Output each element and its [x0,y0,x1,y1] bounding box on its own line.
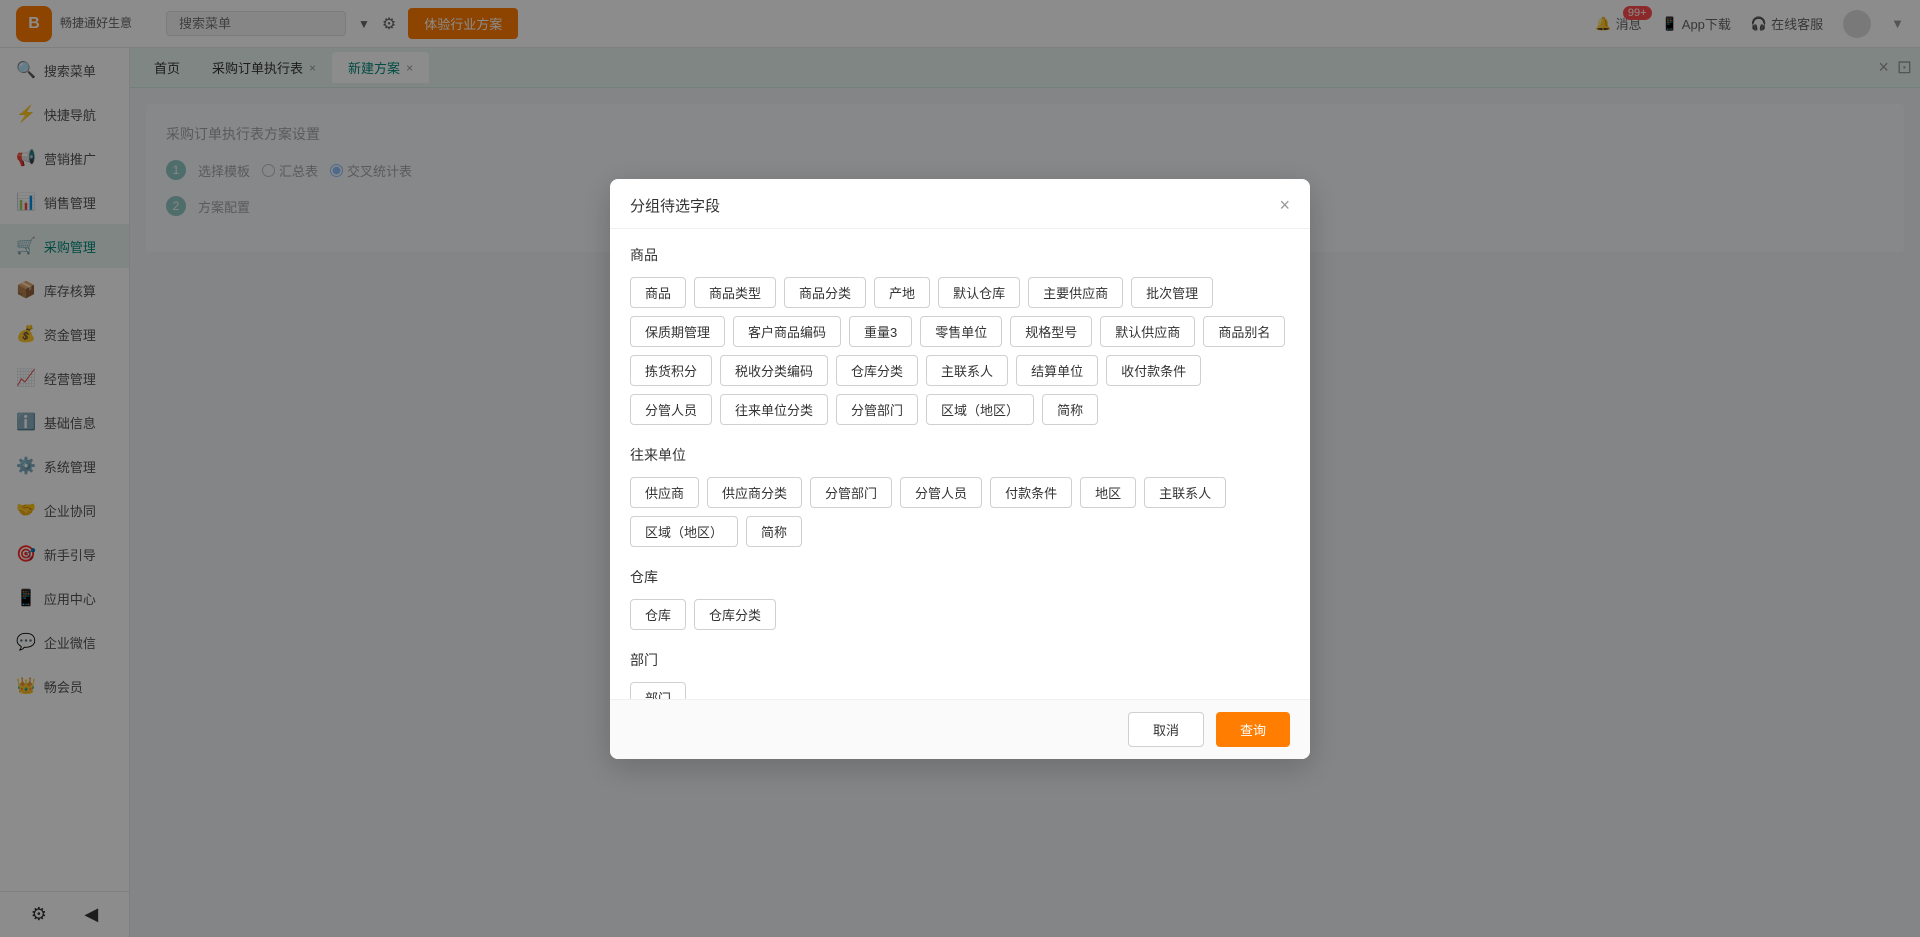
field-tag-0-1[interactable]: 商品类型 [694,277,776,308]
field-tag-0-17[interactable]: 主联系人 [926,355,1008,386]
field-tag-0-18[interactable]: 结算单位 [1016,355,1098,386]
field-tag-0-16[interactable]: 仓库分类 [836,355,918,386]
field-tag-1-5[interactable]: 地区 [1080,477,1136,508]
cancel-button[interactable]: 取消 [1128,712,1204,747]
field-tag-0-15[interactable]: 税收分类编码 [720,355,828,386]
field-tag-1-6[interactable]: 主联系人 [1144,477,1226,508]
field-grid-0: 商品商品类型商品分类产地默认仓库主要供应商批次管理保质期管理客户商品编码重量3 零… [630,277,1290,425]
field-tag-0-2[interactable]: 商品分类 [784,277,866,308]
field-section-0: 商品商品商品类型商品分类产地默认仓库主要供应商批次管理保质期管理客户商品编码重量… [630,245,1290,425]
field-tag-0-22[interactable]: 分管部门 [836,394,918,425]
field-grid-1: 供应商供应商分类分管部门分管人员付款条件地区主联系人区域（地区） 简称 [630,477,1290,547]
field-tag-0-24[interactable]: 简称 [1042,394,1098,425]
field-tag-3-0[interactable]: 部门 [630,682,686,699]
field-tag-1-8[interactable]: 简称 [746,516,802,547]
section-title-3: 部门 [630,650,1290,670]
field-tag-1-7[interactable]: 区域（地区） [630,516,738,547]
field-tag-0-6[interactable]: 批次管理 [1131,277,1213,308]
section-title-0: 商品 [630,245,1290,265]
confirm-button[interactable]: 查询 [1216,712,1290,747]
field-tag-2-0[interactable]: 仓库 [630,599,686,630]
field-tag-0-9[interactable]: 重量3 [849,316,912,347]
dialog-overlay: 分组待选字段 × 商品商品商品类型商品分类产地默认仓库主要供应商批次管理保质期管… [0,0,1920,937]
field-tag-0-21[interactable]: 往来单位分类 [720,394,828,425]
field-tag-0-23[interactable]: 区域（地区） [926,394,1034,425]
section-title-1: 往来单位 [630,445,1290,465]
field-tag-0-8[interactable]: 客户商品编码 [733,316,841,347]
field-tag-2-1[interactable]: 仓库分类 [694,599,776,630]
field-tag-0-13[interactable]: 商品别名 [1203,316,1285,347]
field-tag-1-2[interactable]: 分管部门 [810,477,892,508]
field-tag-1-0[interactable]: 供应商 [630,477,699,508]
field-tag-0-19[interactable]: 收付款条件 [1106,355,1201,386]
field-tag-0-14[interactable]: 拣货积分 [630,355,712,386]
field-tag-0-0[interactable]: 商品 [630,277,686,308]
field-tag-1-3[interactable]: 分管人员 [900,477,982,508]
field-tag-1-1[interactable]: 供应商分类 [707,477,802,508]
field-select-dialog: 分组待选字段 × 商品商品商品类型商品分类产地默认仓库主要供应商批次管理保质期管… [610,179,1310,759]
field-tag-0-4[interactable]: 默认仓库 [938,277,1020,308]
field-grid-2: 仓库仓库分类 [630,599,1290,630]
dialog-footer: 取消 查询 [610,699,1310,759]
field-tag-0-10[interactable]: 零售单位 [920,316,1002,347]
field-tag-0-3[interactable]: 产地 [874,277,930,308]
field-tag-0-20[interactable]: 分管人员 [630,394,712,425]
section-title-2: 仓库 [630,567,1290,587]
field-tag-1-4[interactable]: 付款条件 [990,477,1072,508]
dialog-header: 分组待选字段 × [610,179,1310,229]
field-section-3: 部门部门 [630,650,1290,699]
field-tag-0-7[interactable]: 保质期管理 [630,316,725,347]
dialog-close-button[interactable]: × [1279,196,1290,214]
dialog-title: 分组待选字段 [630,195,720,216]
dialog-body: 商品商品商品类型商品分类产地默认仓库主要供应商批次管理保质期管理客户商品编码重量… [610,229,1310,699]
field-tag-0-12[interactable]: 默认供应商 [1100,316,1195,347]
field-grid-3: 部门 [630,682,1290,699]
field-section-1: 往来单位供应商供应商分类分管部门分管人员付款条件地区主联系人区域（地区） 简称 [630,445,1290,547]
field-tag-0-11[interactable]: 规格型号 [1010,316,1092,347]
field-tag-0-5[interactable]: 主要供应商 [1028,277,1123,308]
field-section-2: 仓库仓库仓库分类 [630,567,1290,630]
